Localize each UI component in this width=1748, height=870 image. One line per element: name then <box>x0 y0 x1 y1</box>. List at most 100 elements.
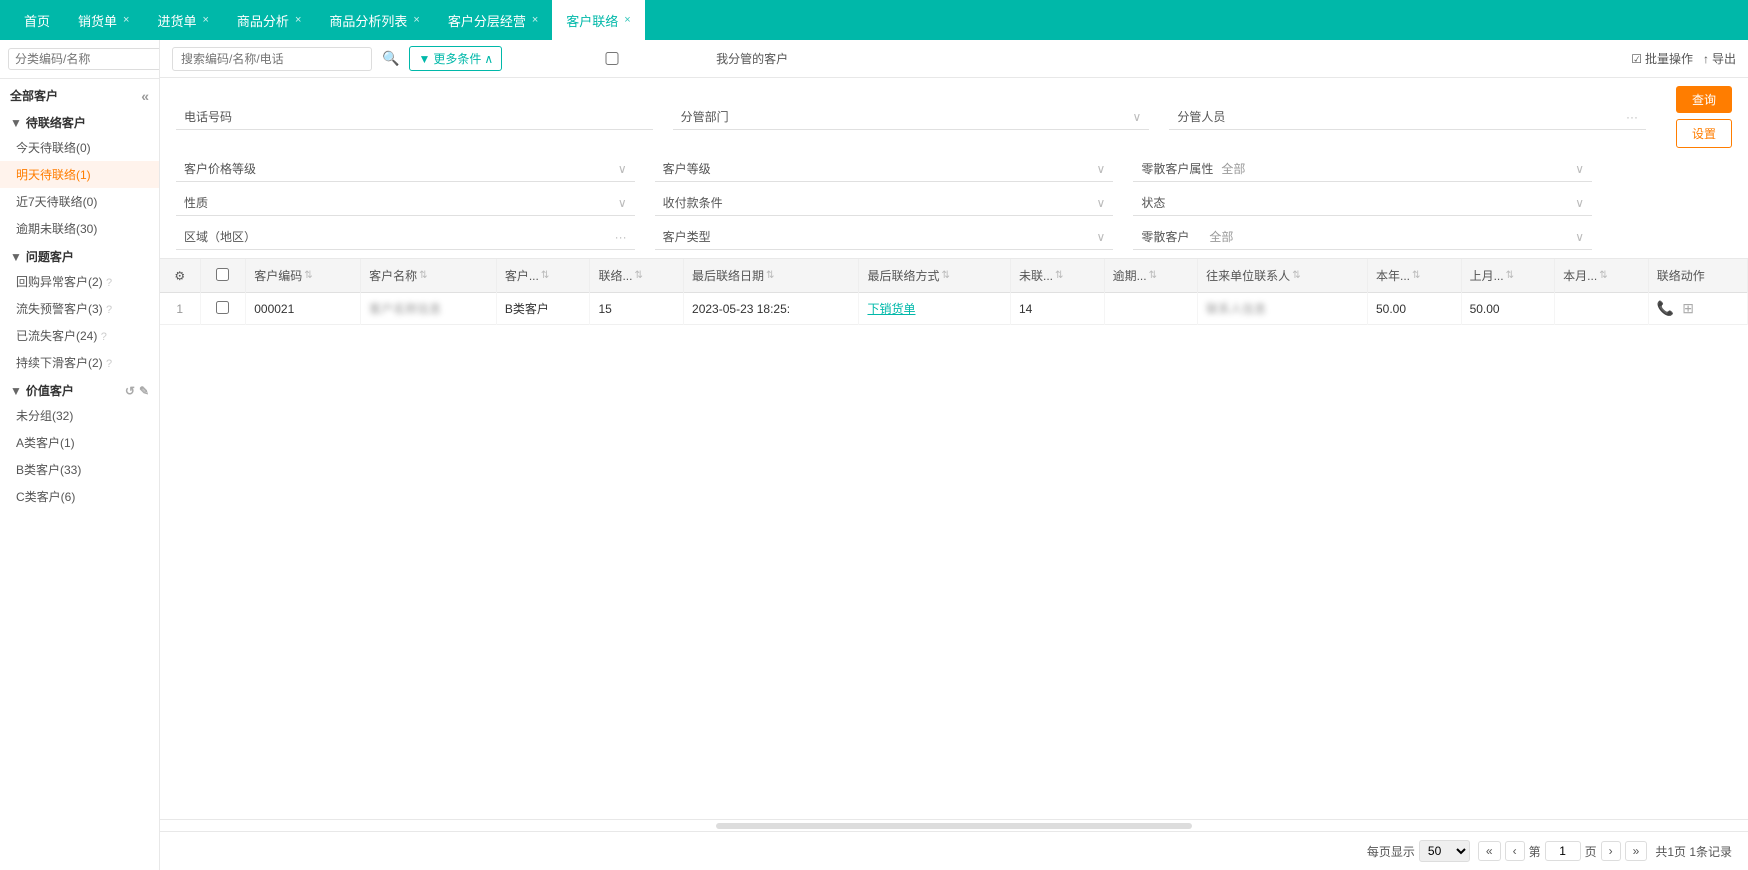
sort-not-contacted[interactable]: 未联... ⇅ <box>1019 267 1096 284</box>
my-customers-checkbox[interactable] <box>512 52 712 65</box>
scrollbar-thumb[interactable] <box>716 823 1191 829</box>
collapse-icon[interactable]: « <box>141 88 149 104</box>
sort-name[interactable]: 客户名称 ⇅ <box>369 267 488 284</box>
sidebar-group-problem[interactable]: ▼ 问题客户 <box>0 242 159 268</box>
nav-item-customer-contact[interactable]: 客户联络 × <box>552 0 644 40</box>
filter-field-manager: 分管人员 ··· <box>1169 104 1646 130</box>
settings-button[interactable]: 设置 <box>1676 119 1732 148</box>
page-input[interactable] <box>1545 841 1581 861</box>
sidebar-group-pending[interactable]: ▼ 待联络客户 <box>0 108 159 134</box>
nav-item-customer-tier[interactable]: 客户分层经营 × <box>434 0 552 40</box>
sidebar-group-value[interactable]: ▼ 价值客户 ↺ ✎ <box>0 376 159 402</box>
sort-this-month[interactable]: 本月... ⇅ <box>1563 267 1640 284</box>
horizontal-scrollbar[interactable] <box>160 819 1748 831</box>
arrow-icon: ▼ <box>10 384 22 398</box>
retail-attr-value[interactable]: 全部 <box>1221 160 1571 177</box>
sidebar-item-churn-warning[interactable]: 流失预警客户(3) ? <box>0 295 159 322</box>
chevron-down-icon[interactable]: ∨ <box>618 196 627 210</box>
cell-last-method[interactable]: 下销货单 <box>859 293 1011 325</box>
sidebar-item-declining[interactable]: 持续下滑客户(2) ? <box>0 349 159 376</box>
filter-row-2: 客户价格等级 ∨ 客户等级 ∨ 零散客户属性 全部 ∨ <box>176 156 1732 182</box>
cell-contacts: 15 <box>590 293 684 325</box>
chevron-down-icon[interactable]: ∨ <box>1097 196 1106 210</box>
refresh-icon[interactable]: ↺ <box>125 384 135 398</box>
region-label: 区域（地区） <box>184 228 256 245</box>
main-layout: 🔍 全部客户 « ▼ 待联络客户 今天待联络(0) 明天待联络(1) 近7天待联… <box>0 40 1748 870</box>
action-icons: 📞 ⊞ <box>1657 300 1739 317</box>
chevron-down-icon[interactable]: ∨ <box>1097 230 1106 244</box>
close-icon[interactable]: × <box>413 14 419 26</box>
first-page-button[interactable]: « <box>1478 841 1501 861</box>
sidebar-item-today[interactable]: 今天待联络(0) <box>0 134 159 161</box>
ellipsis-icon[interactable]: ··· <box>1626 110 1638 124</box>
col-overdue: 逾期... ⇅ <box>1104 259 1198 293</box>
sort-overdue[interactable]: 逾期... ⇅ <box>1113 267 1190 284</box>
last-page-button[interactable]: » <box>1625 841 1648 861</box>
nav-item-purchasebill[interactable]: 进货单 × <box>143 0 222 40</box>
checkbox-header[interactable] <box>200 259 246 293</box>
nav-item-salebill[interactable]: 销货单 × <box>64 0 143 40</box>
cell-this-year: 50.00 <box>1367 293 1461 325</box>
row-checkbox[interactable] <box>216 301 229 314</box>
sort-last-method[interactable]: 最后联络方式 ⇅ <box>867 267 1002 284</box>
search-input[interactable] <box>172 47 372 71</box>
close-icon[interactable]: × <box>123 14 129 26</box>
sort-icon: ⇅ <box>1149 270 1157 281</box>
chevron-down-icon[interactable]: ∨ <box>1133 110 1142 124</box>
grid-icon[interactable]: ⊞ <box>1682 300 1694 317</box>
export-button[interactable]: ↑ 导出 <box>1703 50 1736 67</box>
table-row: 1 000021 客户名称信息 B类客户 15 2023-05-23 18:25… <box>160 293 1748 325</box>
sort-last-month[interactable]: 上月... ⇅ <box>1470 267 1547 284</box>
sidebar-item-overdue[interactable]: 逾期未联络(30) <box>0 215 159 242</box>
sidebar-item-class-c[interactable]: C类客户(6) <box>0 483 159 510</box>
gear-header[interactable]: ⚙ <box>160 259 200 293</box>
chevron-down-icon[interactable]: ∨ <box>618 162 627 176</box>
my-customers-checkbox-label[interactable]: 我分管的客户 <box>512 50 788 67</box>
chevron-down-icon[interactable]: ∨ <box>1097 162 1106 176</box>
next-page-button[interactable]: › <box>1601 841 1621 861</box>
sort-type[interactable]: 客户... ⇅ <box>505 267 582 284</box>
sort-unit-contact[interactable]: 往来单位联系人 ⇅ <box>1206 267 1359 284</box>
batch-operation-button[interactable]: ☑ 批量操作 <box>1631 50 1693 67</box>
prev-page-button[interactable]: ‹ <box>1505 841 1525 861</box>
sort-contacts[interactable]: 联络... ⇅ <box>598 267 675 284</box>
contact-method-link[interactable]: 下销货单 <box>867 302 915 316</box>
all-customers-section[interactable]: 全部客户 « <box>0 79 159 108</box>
per-page-select[interactable]: 50 100 200 <box>1419 840 1470 862</box>
close-icon[interactable]: × <box>532 14 538 26</box>
query-button[interactable]: 查询 <box>1676 86 1732 113</box>
sidebar-item-tomorrow[interactable]: 明天待联络(1) <box>0 161 159 188</box>
close-icon[interactable]: × <box>624 14 630 26</box>
more-conditions-button[interactable]: ▼ 更多条件 ∧ <box>409 46 502 71</box>
close-icon[interactable]: × <box>202 14 208 26</box>
customer-table: ⚙ 客户编码 ⇅ 客户名称 ⇅ 客户... ⇅ 联络... ⇅ 最后联络日期 ⇅… <box>160 259 1748 325</box>
nav-item-product-analysis-list[interactable]: 商品分析列表 × <box>315 0 433 40</box>
edit-icon[interactable]: ✎ <box>139 384 149 398</box>
sidebar-item-class-a[interactable]: A类客户(1) <box>0 429 159 456</box>
sort-this-year[interactable]: 本年... ⇅ <box>1376 267 1453 284</box>
close-icon[interactable]: × <box>295 14 301 26</box>
sidebar-item-lost[interactable]: 已流失客户(24) ? <box>0 322 159 349</box>
sidebar-item-7days[interactable]: 近7天待联络(0) <box>0 188 159 215</box>
sidebar-item-class-b[interactable]: B类客户(33) <box>0 456 159 483</box>
chevron-down-icon[interactable]: ∨ <box>1575 196 1584 210</box>
nav-item-product-analysis[interactable]: 商品分析 × <box>223 0 315 40</box>
status-label: 状态 <box>1141 194 1201 211</box>
chevron-down-icon[interactable]: ∨ <box>1575 162 1584 176</box>
sidebar-item-unclassified[interactable]: 未分组(32) <box>0 402 159 429</box>
search-button[interactable]: 🔍 <box>382 50 399 67</box>
sidebar-item-repurchase-abnormal[interactable]: 回购异常客户(2) ? <box>0 268 159 295</box>
ellipsis-icon[interactable]: ··· <box>615 230 627 244</box>
sort-code[interactable]: 客户编码 ⇅ <box>254 267 352 284</box>
sort-icon: ⇅ <box>1599 270 1607 281</box>
chevron-down-icon[interactable]: ∨ <box>1575 230 1584 244</box>
page-label: 第 <box>1529 843 1541 860</box>
sidebar-search-input[interactable] <box>8 48 160 70</box>
nav-home[interactable]: 首页 <box>10 0 64 40</box>
phone-icon[interactable]: 📞 <box>1657 300 1674 317</box>
col-last-month: 上月... ⇅ <box>1461 259 1555 293</box>
sort-last-date[interactable]: 最后联络日期 ⇅ <box>692 267 850 284</box>
select-all-checkbox[interactable] <box>216 268 229 281</box>
retail-customer-value[interactable]: 全部 <box>1209 228 1571 245</box>
row-checkbox-cell[interactable] <box>200 293 246 325</box>
